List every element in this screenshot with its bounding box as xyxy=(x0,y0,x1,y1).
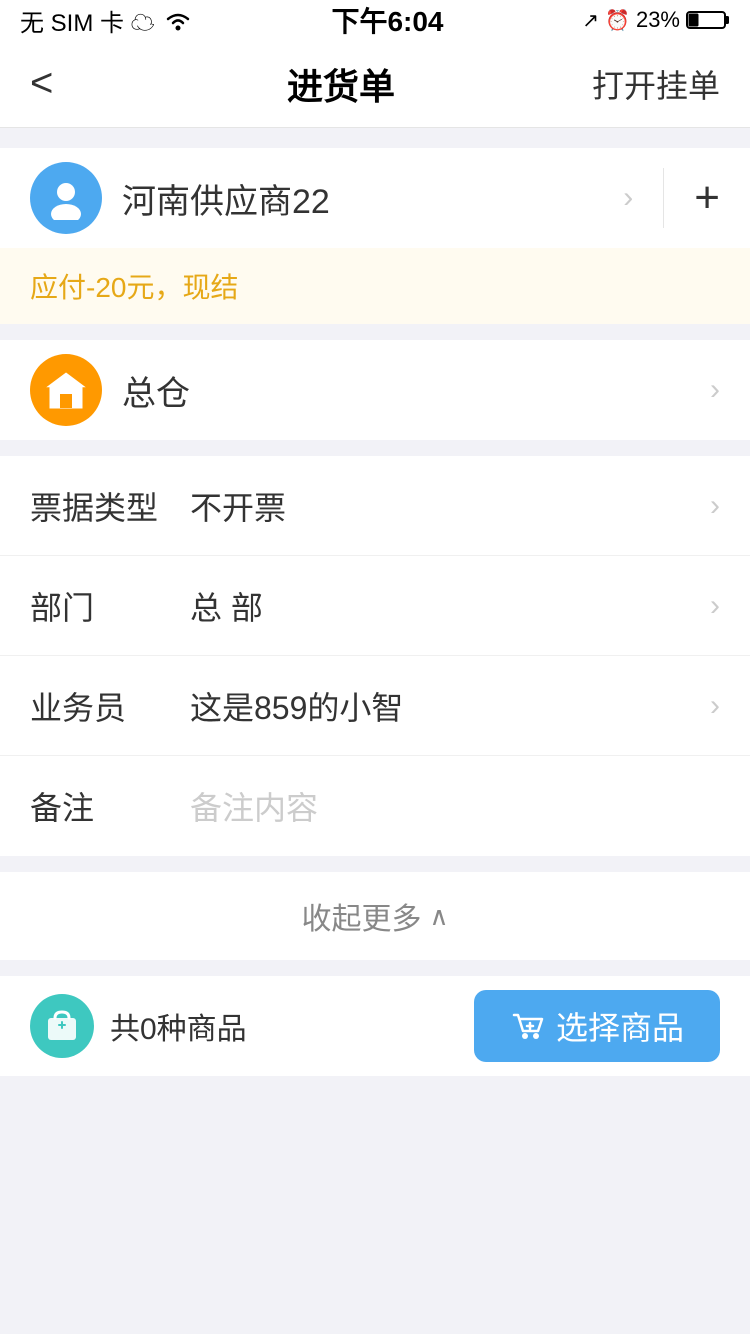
collapse-arrow-icon: ∧ xyxy=(429,901,448,932)
sales-label: 业务员 xyxy=(30,683,180,729)
status-bar: 无 SIM 卡 ☁ 下午6:04 ↗ ⏰ 23% xyxy=(0,0,750,40)
remark-label: 备注 xyxy=(30,783,180,829)
sales-value: 这是859的小智 xyxy=(180,683,700,729)
status-time: 下午6:04 xyxy=(331,0,443,40)
department-row[interactable]: 部门 总 部 › xyxy=(0,556,750,656)
product-count-label: 共0种商品 xyxy=(110,1004,474,1048)
warehouse-chevron-icon: › xyxy=(710,373,720,407)
select-product-label: 选择商品 xyxy=(556,1003,684,1049)
supplier-card: 河南供应商22 › + 应付-20元，现结 xyxy=(0,148,750,324)
cart-icon xyxy=(510,1011,546,1041)
invoice-type-row[interactable]: 票据类型 不开票 › xyxy=(0,456,750,556)
warehouse-name: 总仓 xyxy=(122,366,710,415)
bottom-bar: 共0种商品 选择商品 xyxy=(0,976,750,1076)
dept-chevron-icon: › xyxy=(710,589,720,623)
supplier-actions: › + xyxy=(623,168,720,228)
supplier-name: 河南供应商22 xyxy=(122,174,623,223)
dept-label: 部门 xyxy=(30,583,180,629)
collapse-label: 收起更多 xyxy=(301,894,421,938)
location-icon: ↗ xyxy=(582,8,599,33)
invoice-chevron-icon: › xyxy=(710,489,720,523)
supplier-avatar xyxy=(30,162,102,234)
battery-icon xyxy=(686,9,730,31)
status-left: 无 SIM 卡 ☁ xyxy=(20,3,193,38)
add-supplier-icon[interactable]: + xyxy=(694,173,720,223)
supplier-chevron-icon: › xyxy=(623,181,633,215)
alarm-icon: ⏰ xyxy=(605,8,630,33)
supplier-row[interactable]: 河南供应商22 › + xyxy=(0,148,750,248)
back-button[interactable]: < xyxy=(30,61,90,106)
warehouse-card[interactable]: 总仓 › xyxy=(0,340,750,440)
section-gap-2 xyxy=(0,324,750,340)
notice-bar: 应付-20元，现结 xyxy=(0,248,750,324)
vertical-divider xyxy=(663,168,664,228)
select-product-button[interactable]: 选择商品 xyxy=(474,990,720,1062)
sim-label: 无 SIM 卡 ☁ xyxy=(20,3,155,38)
form-section: 票据类型 不开票 › 部门 总 部 › 业务员 这是859的小智 › 备注 备注… xyxy=(0,456,750,856)
salesperson-row[interactable]: 业务员 这是859的小智 › xyxy=(0,656,750,756)
invoice-value: 不开票 xyxy=(180,483,700,529)
warehouse-row[interactable]: 总仓 › xyxy=(0,340,750,440)
remark-input[interactable]: 备注内容 xyxy=(180,783,720,829)
dept-value: 总 部 xyxy=(180,583,700,629)
nav-bar: < 进货单 打开挂单 xyxy=(0,40,750,128)
sales-chevron-icon: › xyxy=(710,689,720,723)
product-icon xyxy=(30,994,94,1058)
open-pending-button[interactable]: 打开挂单 xyxy=(592,61,720,107)
warehouse-icon xyxy=(30,354,102,426)
battery-label: 23% xyxy=(636,7,680,33)
status-right: ↗ ⏰ 23% xyxy=(582,7,730,33)
collapse-button[interactable]: 收起更多 ∧ xyxy=(0,872,750,960)
invoice-label: 票据类型 xyxy=(30,483,180,529)
wifi-icon xyxy=(163,9,193,31)
page-title: 进货单 xyxy=(287,58,395,110)
section-gap-1 xyxy=(0,128,750,148)
remark-row[interactable]: 备注 备注内容 xyxy=(0,756,750,856)
